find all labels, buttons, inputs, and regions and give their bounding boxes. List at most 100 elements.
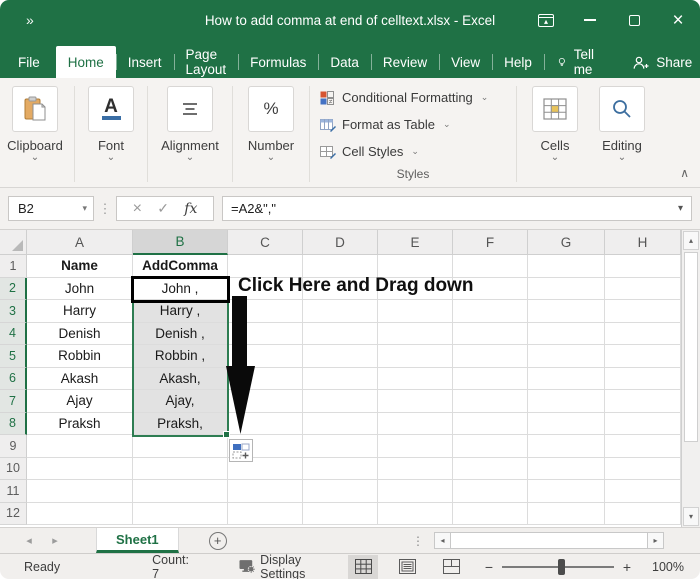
sheet-nav-left-icon[interactable]: ◂ (22, 534, 36, 547)
clipboard-group[interactable]: Clipboard ⌄ (6, 78, 64, 162)
cell-E3[interactable] (378, 300, 453, 323)
tab-formulas[interactable]: Formulas (238, 46, 318, 78)
cell-B10[interactable] (133, 458, 228, 481)
cell-A1[interactable]: Name (27, 255, 133, 278)
cell-E8[interactable] (378, 413, 453, 436)
cell-B4[interactable]: Denish , (133, 323, 228, 346)
cell-A7[interactable]: Ajay (27, 390, 133, 413)
scroll-left-icon[interactable]: ◂ (434, 532, 451, 549)
cell-C8[interactable] (228, 413, 303, 436)
cell-A3[interactable]: Harry (27, 300, 133, 323)
enter-formula-icon[interactable]: ✓ (157, 200, 169, 217)
tell-me-button[interactable]: Tell me (544, 46, 613, 78)
clipboard-button[interactable] (12, 86, 58, 132)
cell-H5[interactable] (605, 345, 681, 368)
sheetbar-dots-icon[interactable]: ⋮ (412, 534, 424, 548)
cell-C6[interactable] (228, 368, 303, 391)
cell-E1[interactable] (378, 255, 453, 278)
cell-G9[interactable] (528, 435, 605, 458)
sheet-tab-sheet1[interactable]: Sheet1 (96, 528, 179, 553)
scroll-up-icon[interactable]: ▴ (683, 231, 699, 250)
vertical-scrollbar-thumb[interactable] (684, 252, 698, 442)
font-group[interactable]: A Font ⌄ (85, 78, 137, 162)
cell-B1[interactable]: AddComma (133, 255, 228, 278)
row-header-8[interactable]: 8 (0, 413, 27, 436)
cell-F2[interactable] (453, 278, 528, 301)
tab-review[interactable]: Review (371, 46, 439, 78)
cell-H9[interactable] (605, 435, 681, 458)
maximize-button[interactable] (612, 0, 656, 40)
cell-A12[interactable] (27, 503, 133, 526)
cell-D1[interactable] (303, 255, 378, 278)
cell-E4[interactable] (378, 323, 453, 346)
tab-page-layout[interactable]: Page Layout (174, 46, 239, 78)
clipboard-caret-icon[interactable]: ⌄ (31, 154, 39, 162)
cell-F1[interactable] (453, 255, 528, 278)
cell-E2[interactable] (378, 278, 453, 301)
cell-C3[interactable] (228, 300, 303, 323)
new-sheet-button[interactable]: + (209, 532, 227, 550)
cell-D3[interactable] (303, 300, 378, 323)
cell-G10[interactable] (528, 458, 605, 481)
format-as-table-button[interactable]: Format as Table ⌄ (320, 111, 506, 138)
alignment-caret-icon[interactable]: ⌄ (186, 154, 194, 162)
zoom-slider[interactable] (502, 566, 614, 568)
cell-A10[interactable] (27, 458, 133, 481)
row-header-10[interactable]: 10 (0, 458, 27, 481)
cell-D7[interactable] (303, 390, 378, 413)
column-header-G[interactable]: G (528, 230, 605, 255)
row-header-3[interactable]: 3 (0, 300, 27, 323)
column-header-D[interactable]: D (303, 230, 378, 255)
cell-H7[interactable] (605, 390, 681, 413)
tab-help[interactable]: Help (492, 46, 544, 78)
cell-C5[interactable] (228, 345, 303, 368)
cell-E12[interactable] (378, 503, 453, 526)
horizontal-scrollbar-thumb[interactable] (451, 532, 647, 549)
cell-G12[interactable] (528, 503, 605, 526)
cell-H4[interactable] (605, 323, 681, 346)
cell-H8[interactable] (605, 413, 681, 436)
vertical-scrollbar[interactable]: ▴ ▾ (681, 230, 700, 527)
cell-B3[interactable]: Harry , (133, 300, 228, 323)
number-caret-icon[interactable]: ⌄ (267, 154, 275, 162)
name-box[interactable]: B2 ▾ (8, 196, 94, 221)
cell-H1[interactable] (605, 255, 681, 278)
select-all-button[interactable] (0, 230, 27, 255)
cell-E11[interactable] (378, 480, 453, 503)
row-header-7[interactable]: 7 (0, 390, 27, 413)
row-header-9[interactable]: 9 (0, 435, 27, 458)
expand-formula-bar-icon[interactable]: ▾ (678, 203, 683, 214)
column-header-A[interactable]: A (27, 230, 133, 255)
cell-G2[interactable] (528, 278, 605, 301)
cell-F9[interactable] (453, 435, 528, 458)
row-header-11[interactable]: 11 (0, 480, 27, 503)
tab-data[interactable]: Data (318, 46, 371, 78)
tab-home[interactable]: Home (56, 46, 116, 78)
cell-B12[interactable] (133, 503, 228, 526)
cell-H3[interactable] (605, 300, 681, 323)
editing-group[interactable]: Editing ⌄ (591, 78, 653, 162)
cell-C7[interactable] (228, 390, 303, 413)
cell-G7[interactable] (528, 390, 605, 413)
cell-B9[interactable] (133, 435, 228, 458)
cell-B2[interactable]: John , (133, 278, 228, 301)
cell-B11[interactable] (133, 480, 228, 503)
cell-D2[interactable] (303, 278, 378, 301)
formula-input[interactable]: =A2&"," ▾ (222, 196, 692, 221)
cell-D4[interactable] (303, 323, 378, 346)
zoom-in-icon[interactable]: + (620, 559, 634, 575)
tab-file[interactable]: File (0, 46, 56, 78)
cells-group[interactable]: Cells ⌄ (527, 78, 583, 162)
normal-view-button[interactable] (348, 555, 378, 579)
cell-H2[interactable] (605, 278, 681, 301)
cell-D5[interactable] (303, 345, 378, 368)
cell-G3[interactable] (528, 300, 605, 323)
horizontal-scrollbar[interactable]: ◂ ▸ (434, 532, 664, 549)
cell-H10[interactable] (605, 458, 681, 481)
cell-B7[interactable]: Ajay, (133, 390, 228, 413)
column-header-H[interactable]: H (605, 230, 681, 255)
page-layout-view-button[interactable] (392, 555, 422, 579)
alignment-button[interactable] (167, 86, 213, 132)
minimize-button[interactable] (568, 0, 612, 40)
quick-access-toolbar-icon[interactable]: » (26, 12, 35, 28)
